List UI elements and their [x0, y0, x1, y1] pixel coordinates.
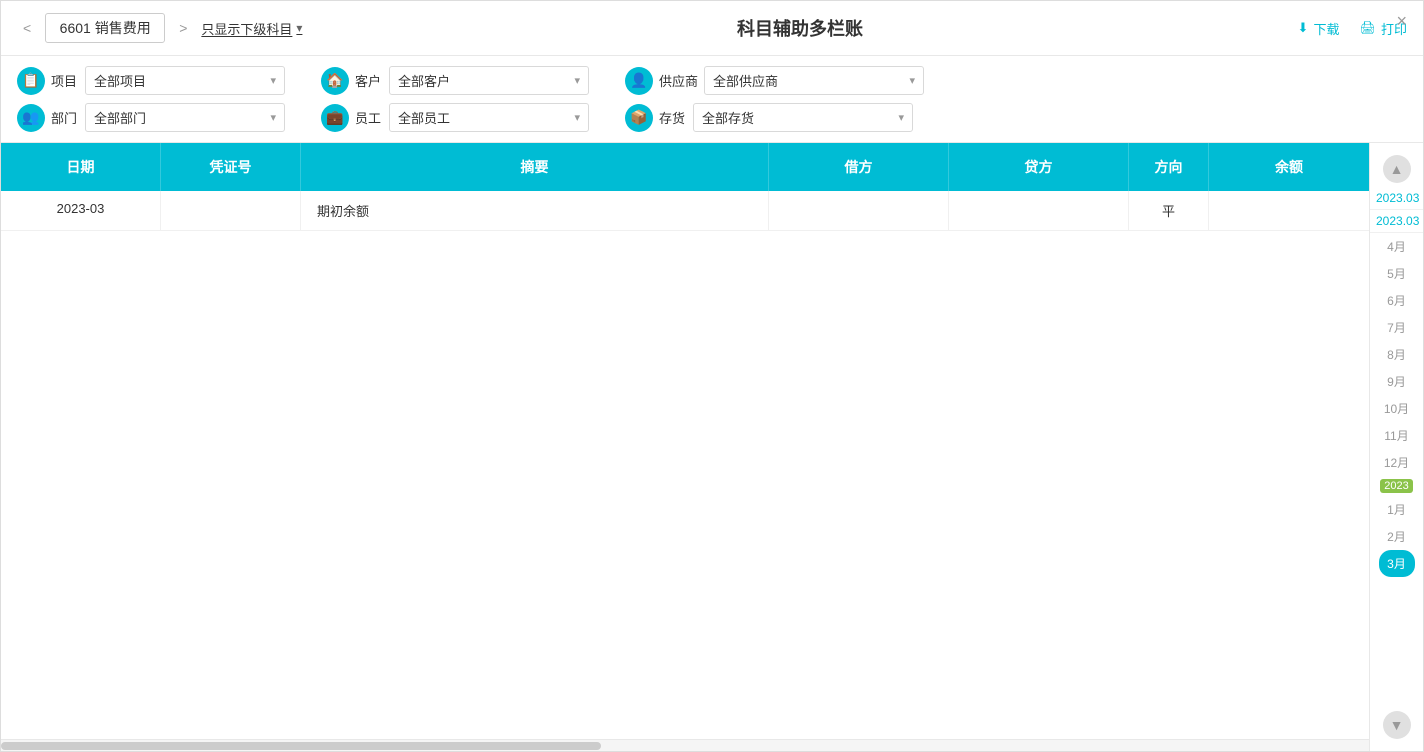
customer-value: 全部客户: [398, 71, 450, 90]
employee-icon: 💼: [321, 104, 349, 132]
filter-bar: 📋 项目 全部项目 ▾ 🏠 客户 全部客户 ▾ 👤 供应商: [1, 56, 1423, 143]
filter-department: 👥 部门 全部部门 ▾: [17, 103, 285, 132]
month-12[interactable]: 12月: [1370, 449, 1423, 476]
department-value: 全部部门: [94, 108, 146, 127]
page-title: 科目辅助多栏账: [310, 15, 1289, 41]
customer-chevron-icon: ▾: [574, 74, 580, 87]
cell-balance: [1209, 191, 1369, 230]
department-label: 部门: [51, 108, 79, 127]
col-date: 日期: [1, 143, 161, 191]
filter-inventory: 📦 存货 全部存货 ▾: [625, 103, 913, 132]
supplier-select[interactable]: 全部供应商 ▾: [704, 66, 924, 95]
supplier-value: 全部供应商: [713, 71, 778, 90]
download-label: 下载: [1313, 19, 1339, 38]
right-sidebar: ▲ 2023.03 2023.03 4月 5月 6月 7月 8月 9月 10月 …: [1369, 143, 1423, 751]
inventory-label: 存货: [659, 108, 687, 127]
month-2[interactable]: 2月: [1370, 523, 1423, 550]
download-icon: ⬇: [1298, 20, 1309, 36]
year-badge[interactable]: 2023: [1380, 479, 1412, 493]
toolbar-right: ⬇ 下载 🖨 打印: [1298, 19, 1407, 38]
filter-supplier: 👤 供应商 全部供应商 ▾: [625, 66, 924, 95]
supplier-chevron-icon: ▾: [909, 74, 915, 87]
download-btn[interactable]: ⬇ 下载: [1298, 19, 1340, 38]
supplier-label: 供应商: [659, 71, 698, 90]
month-5[interactable]: 5月: [1370, 260, 1423, 287]
inventory-chevron-icon: ▾: [898, 111, 904, 124]
cell-direction: 平: [1129, 191, 1209, 230]
employee-label: 员工: [355, 108, 383, 127]
next-account-btn[interactable]: >: [173, 18, 193, 38]
top-bar: < 6601 销售费用 > 只显示下级科目 ▾ 科目辅助多栏账 ⬇ 下载 🖨 打…: [1, 1, 1423, 56]
show-sub-toggle[interactable]: 只显示下级科目 ▾: [201, 19, 302, 38]
col-voucher: 凭证号: [161, 143, 301, 191]
cell-credit: [949, 191, 1129, 230]
supplier-icon: 👤: [625, 67, 653, 95]
cell-date: 2023-03: [1, 191, 161, 230]
month-1[interactable]: 1月: [1370, 496, 1423, 523]
chevron-down-icon: ▾: [296, 21, 302, 35]
filter-row-2: 👥 部门 全部部门 ▾ 💼 员工 全部员工 ▾ 📦 存货: [17, 103, 1407, 132]
scrollbar-thumb[interactable]: [1, 742, 601, 750]
account-code: 6601 销售费用: [45, 13, 165, 43]
inventory-icon: 📦: [625, 104, 653, 132]
filter-employee: 💼 员工 全部员工 ▾: [321, 103, 589, 132]
cell-summary: 期初余额: [301, 191, 769, 230]
col-summary: 摘要: [301, 143, 769, 191]
table-area: 日期 凭证号 摘要 借方 贷方 方向 余额 2023-03 期初余额 平: [1, 143, 1369, 751]
month-4[interactable]: 4月: [1370, 233, 1423, 260]
filter-row-1: 📋 项目 全部项目 ▾ 🏠 客户 全部客户 ▾ 👤 供应商: [17, 66, 1407, 95]
sidebar-up-arrow[interactable]: ▲: [1383, 155, 1411, 183]
table-body: 2023-03 期初余额 平: [1, 191, 1369, 739]
show-sub-label: 只显示下级科目: [201, 19, 292, 38]
project-select[interactable]: 全部项目 ▾: [85, 66, 285, 95]
print-icon: 🖨: [1359, 20, 1376, 36]
col-debit: 借方: [769, 143, 949, 191]
cell-voucher: [161, 191, 301, 230]
department-select[interactable]: 全部部门 ▾: [85, 103, 285, 132]
employee-select[interactable]: 全部员工 ▾: [389, 103, 589, 132]
employee-value: 全部员工: [398, 108, 450, 127]
project-value: 全部项目: [94, 71, 146, 90]
project-chevron-icon: ▾: [270, 74, 276, 87]
employee-chevron-icon: ▾: [574, 111, 580, 124]
filter-project: 📋 项目 全部项目 ▾: [17, 66, 285, 95]
prev-account-btn[interactable]: <: [17, 18, 37, 38]
month-9[interactable]: 9月: [1370, 368, 1423, 395]
customer-icon: 🏠: [321, 67, 349, 95]
month-10[interactable]: 10月: [1370, 395, 1423, 422]
month-3-active[interactable]: 3月: [1379, 550, 1415, 577]
filter-customer: 🏠 客户 全部客户 ▾: [321, 66, 589, 95]
horizontal-scrollbar[interactable]: [1, 739, 1369, 751]
month-6[interactable]: 6月: [1370, 287, 1423, 314]
table-header: 日期 凭证号 摘要 借方 贷方 方向 余额: [1, 143, 1369, 191]
customer-label: 客户: [355, 71, 383, 90]
sidebar-down-arrow[interactable]: ▼: [1383, 711, 1411, 739]
cell-debit: [769, 191, 949, 230]
inventory-select[interactable]: 全部存货 ▾: [693, 103, 913, 132]
customer-select[interactable]: 全部客户 ▾: [389, 66, 589, 95]
month-7[interactable]: 7月: [1370, 314, 1423, 341]
project-label: 项目: [51, 71, 79, 90]
main-window: < 6601 销售费用 > 只显示下级科目 ▾ 科目辅助多栏账 ⬇ 下载 🖨 打…: [0, 0, 1424, 752]
col-balance: 余额: [1209, 143, 1369, 191]
col-direction: 方向: [1129, 143, 1209, 191]
department-chevron-icon: ▾: [270, 111, 276, 124]
inventory-value: 全部存货: [702, 108, 754, 127]
table-row: 2023-03 期初余额 平: [1, 191, 1369, 231]
period-item-2[interactable]: 2023.03: [1370, 210, 1423, 233]
month-11[interactable]: 11月: [1370, 422, 1423, 449]
main-content: 日期 凭证号 摘要 借方 贷方 方向 余额 2023-03 期初余额 平: [1, 143, 1423, 751]
month-8[interactable]: 8月: [1370, 341, 1423, 368]
close-btn[interactable]: ×: [1396, 11, 1407, 32]
project-icon: 📋: [17, 67, 45, 95]
col-credit: 贷方: [949, 143, 1129, 191]
department-icon: 👥: [17, 104, 45, 132]
period-item-1[interactable]: 2023.03: [1370, 187, 1423, 210]
